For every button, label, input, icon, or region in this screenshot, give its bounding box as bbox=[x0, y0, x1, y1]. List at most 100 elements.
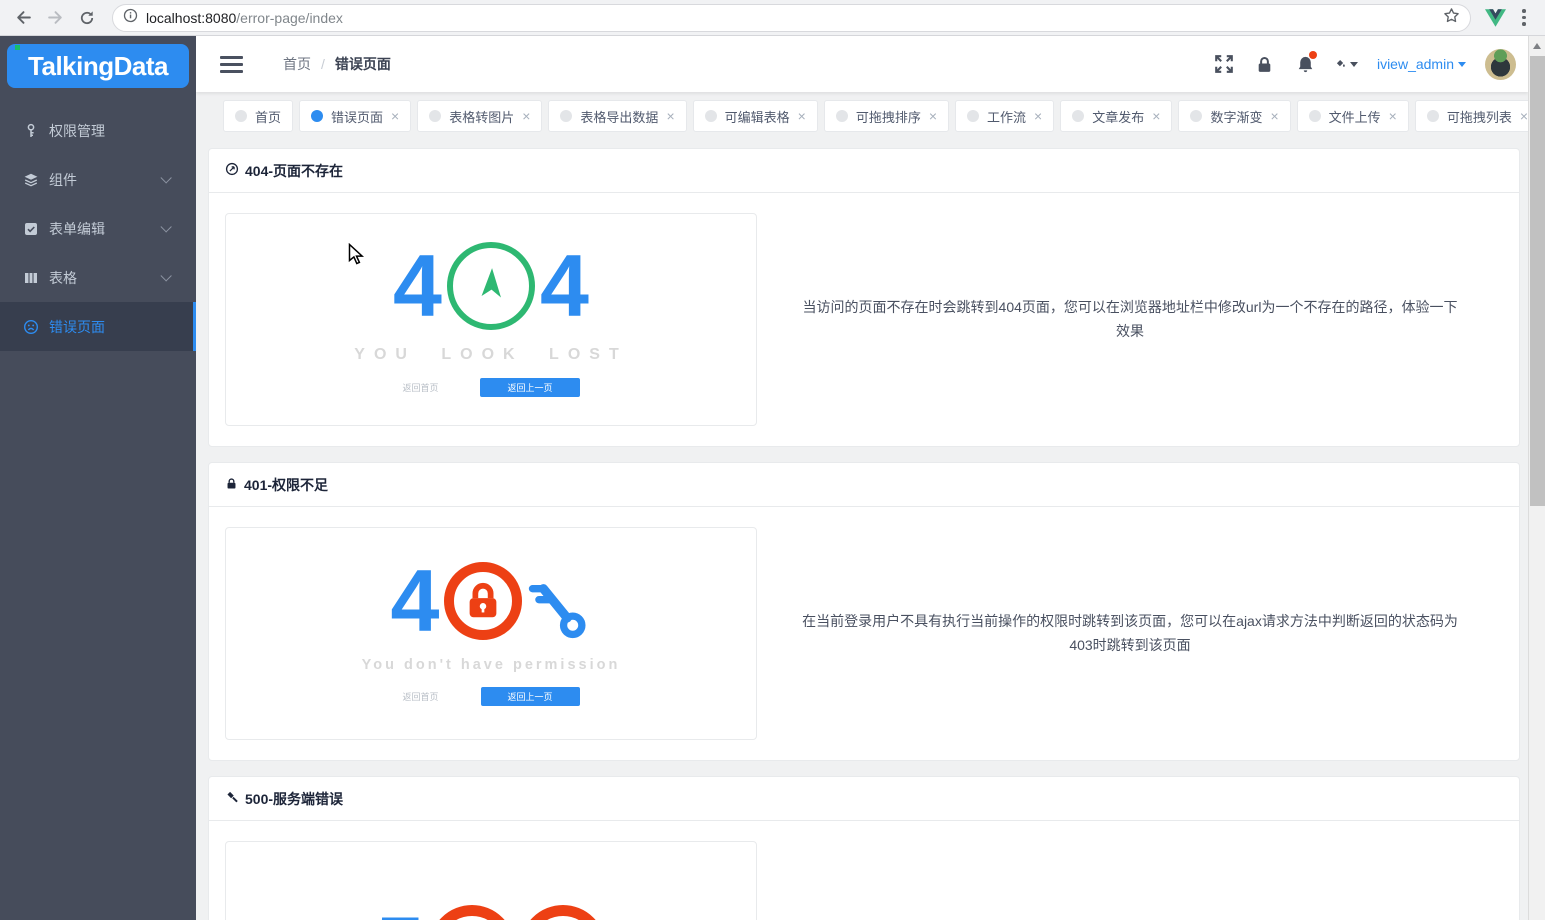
caret-down-icon bbox=[1349, 61, 1358, 67]
tab-dot-icon bbox=[1190, 110, 1203, 122]
sidebar-item-components[interactable]: 组件 bbox=[0, 155, 196, 204]
chevron-down-icon bbox=[160, 220, 172, 233]
illustration-tagline: You don't have permission bbox=[361, 656, 621, 673]
close-icon[interactable]: × bbox=[1034, 109, 1042, 123]
tab-dot-icon bbox=[560, 110, 573, 122]
avatar[interactable] bbox=[1485, 48, 1516, 80]
illustration-home-link: 返回首页 bbox=[402, 383, 439, 393]
devil-ring-icon bbox=[429, 904, 516, 920]
caret-down-icon bbox=[1458, 61, 1466, 67]
browser-menu-icon[interactable] bbox=[1513, 7, 1535, 29]
app-content: 首页 / 错误页面 iview_admin 首页 错误页面 × 表格转图片 × … bbox=[196, 36, 1528, 920]
illustration-back-button: 返回上一页 bbox=[480, 378, 580, 397]
back-button[interactable] bbox=[10, 5, 36, 31]
card-title: 404-页面不存在 bbox=[245, 162, 344, 179]
tab-workflow[interactable]: 工作流 × bbox=[955, 100, 1055, 132]
sad-face-icon bbox=[23, 319, 39, 335]
card-401-description: 在当前登录用户不具有执行当前操作的权限时跳转到该页面，您可以在ajax请求方法中… bbox=[802, 613, 1458, 653]
card-title: 500-服务端错误 bbox=[245, 790, 344, 807]
browser-chrome: localhost:8080/error-page/index bbox=[0, 0, 1545, 36]
sidebar: TalkingData 权限管理 组件 表单编辑 表格 错误页面 bbox=[0, 36, 196, 920]
close-icon[interactable]: × bbox=[666, 109, 674, 123]
tab-label: 表格导出数据 bbox=[580, 109, 659, 125]
user-menu[interactable]: iview_admin bbox=[1377, 56, 1466, 72]
info-icon[interactable] bbox=[123, 8, 138, 28]
tab-label: 可编辑表格 bbox=[724, 109, 790, 125]
close-icon[interactable]: × bbox=[1520, 109, 1528, 123]
lock-icon[interactable] bbox=[1254, 53, 1276, 75]
illustration-back-button: 返回上一页 bbox=[480, 686, 580, 706]
digit-5: 5 bbox=[376, 903, 425, 920]
tab-label: 可拖拽列表 bbox=[1446, 109, 1512, 125]
tab-drag-sort[interactable]: 可拖拽排序 × bbox=[823, 100, 950, 132]
compass-icon bbox=[225, 149, 239, 193]
devil-ring-icon bbox=[520, 904, 607, 920]
fullscreen-icon[interactable] bbox=[1213, 53, 1235, 75]
breadcrumb-current: 错误页面 bbox=[334, 56, 391, 72]
vue-devtools-icon[interactable] bbox=[1483, 7, 1507, 29]
chevron-down-icon bbox=[160, 269, 172, 282]
lock-icon bbox=[225, 463, 238, 507]
digit-4: 4 bbox=[393, 236, 442, 336]
error-500-illustration: 5 bbox=[225, 841, 757, 920]
card-500-description: 当请求之后出现服务端错误时跳转到该页面，你可以在ajax请求方法中判断返回的状态… bbox=[757, 841, 1503, 920]
bookmark-star-icon[interactable] bbox=[1443, 7, 1460, 29]
tab-error-page[interactable]: 错误页面 × bbox=[299, 100, 412, 132]
notification-bell-icon[interactable] bbox=[1295, 51, 1317, 75]
tab-label: 文章发布 bbox=[1092, 109, 1145, 125]
tab-home[interactable]: 首页 bbox=[223, 100, 294, 132]
close-icon[interactable]: × bbox=[1389, 109, 1397, 123]
tab-drag-list[interactable]: 可拖拽列表 × bbox=[1414, 100, 1528, 132]
tab-table-to-image[interactable]: 表格转图片 × bbox=[417, 100, 543, 132]
hammer-icon bbox=[225, 777, 239, 821]
app-logo[interactable]: TalkingData bbox=[7, 44, 189, 88]
url-path: /error-page/index bbox=[236, 9, 343, 26]
lock-ring-icon bbox=[444, 562, 523, 640]
sidebar-item-error-page[interactable]: 错误页面 bbox=[0, 302, 196, 351]
illustration-tagline: YOU LOOK LOST bbox=[354, 346, 628, 363]
hamburger-menu-icon[interactable] bbox=[220, 52, 243, 77]
sidebar-item-permission[interactable]: 权限管理 bbox=[0, 106, 196, 155]
address-bar[interactable]: localhost:8080/error-page/index bbox=[112, 3, 1471, 32]
card-401: 401-权限不足 4 You don't have permission 返回首… bbox=[208, 462, 1520, 761]
forward-button[interactable] bbox=[42, 5, 68, 31]
checkbox-icon bbox=[23, 221, 39, 237]
tab-label: 错误页面 bbox=[331, 109, 384, 125]
tab-dot-icon bbox=[1426, 110, 1439, 122]
close-icon[interactable]: × bbox=[929, 109, 937, 123]
sidebar-item-label: 表单编辑 bbox=[49, 220, 105, 237]
scrollbar-up-arrow-icon[interactable] bbox=[1533, 43, 1541, 49]
logo-badge bbox=[15, 45, 20, 50]
close-icon[interactable]: × bbox=[522, 109, 530, 123]
close-icon[interactable]: × bbox=[391, 109, 399, 123]
sidebar-item-form-edit[interactable]: 表单编辑 bbox=[0, 204, 196, 253]
theme-paint-icon[interactable] bbox=[1336, 53, 1358, 75]
card-401-body: 4 You don't have permission 返回首页 返回上一页 在… bbox=[209, 507, 1519, 760]
tab-dot-icon bbox=[1308, 110, 1321, 122]
header-actions: iview_admin bbox=[1213, 48, 1516, 80]
error-401-illustration: 4 You don't have permission 返回首页 返回上一页 bbox=[225, 527, 757, 740]
sidebar-item-table[interactable]: 表格 bbox=[0, 253, 196, 302]
tab-dot-icon bbox=[835, 110, 848, 122]
scrollbar-thumb[interactable] bbox=[1530, 56, 1545, 506]
card-500-header: 500-服务端错误 bbox=[209, 777, 1519, 821]
card-500: 500-服务端错误 5 当请求之后出现服务端错误时跳转到该页面，你可以在 bbox=[208, 776, 1520, 920]
close-icon[interactable]: × bbox=[1152, 109, 1160, 123]
refresh-icon[interactable] bbox=[74, 5, 100, 31]
digit-4: 4 bbox=[539, 236, 589, 336]
illustration-home-link: 返回首页 bbox=[402, 691, 439, 702]
tab-dot-icon bbox=[1072, 110, 1085, 122]
breadcrumb-home[interactable]: 首页 bbox=[283, 54, 311, 74]
key-icon bbox=[23, 123, 39, 139]
tab-table-export[interactable]: 表格导出数据 × bbox=[548, 100, 687, 132]
tab-article-publish[interactable]: 文章发布 × bbox=[1060, 100, 1173, 132]
tab-label: 文件上传 bbox=[1328, 109, 1381, 125]
tab-number-gradient[interactable]: 数字渐变 × bbox=[1178, 100, 1291, 132]
card-404-header: 404-页面不存在 bbox=[209, 149, 1519, 193]
tab-editable-table[interactable]: 可编辑表格 × bbox=[692, 100, 818, 132]
tab-file-upload[interactable]: 文件上传 × bbox=[1296, 100, 1409, 132]
card-title: 401-权限不足 bbox=[244, 476, 329, 493]
page-scrollbar[interactable] bbox=[1528, 36, 1545, 920]
close-icon[interactable]: × bbox=[798, 109, 806, 123]
close-icon[interactable]: × bbox=[1270, 109, 1278, 123]
